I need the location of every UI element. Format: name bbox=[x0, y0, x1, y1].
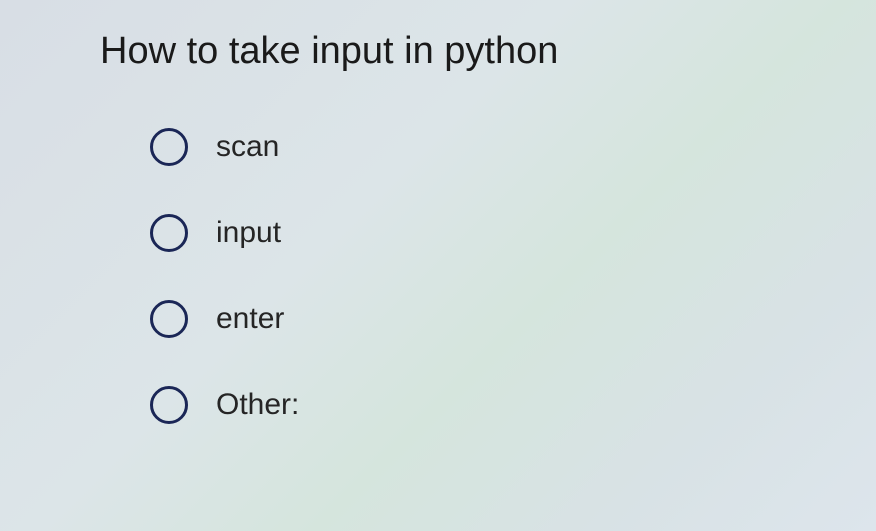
option-label: Other: bbox=[216, 388, 299, 422]
option-other[interactable]: Other: bbox=[150, 386, 836, 424]
option-enter[interactable]: enter bbox=[150, 300, 836, 338]
option-scan[interactable]: scan bbox=[150, 128, 836, 166]
option-label: input bbox=[216, 216, 281, 250]
radio-icon bbox=[150, 386, 188, 424]
options-group: scan input enter Other: bbox=[100, 128, 836, 424]
radio-icon bbox=[150, 128, 188, 166]
radio-icon bbox=[150, 300, 188, 338]
option-label: scan bbox=[216, 130, 279, 164]
option-label: enter bbox=[216, 302, 284, 336]
option-input[interactable]: input bbox=[150, 214, 836, 252]
radio-icon bbox=[150, 214, 188, 252]
question-title: How to take input in python bbox=[100, 30, 836, 73]
